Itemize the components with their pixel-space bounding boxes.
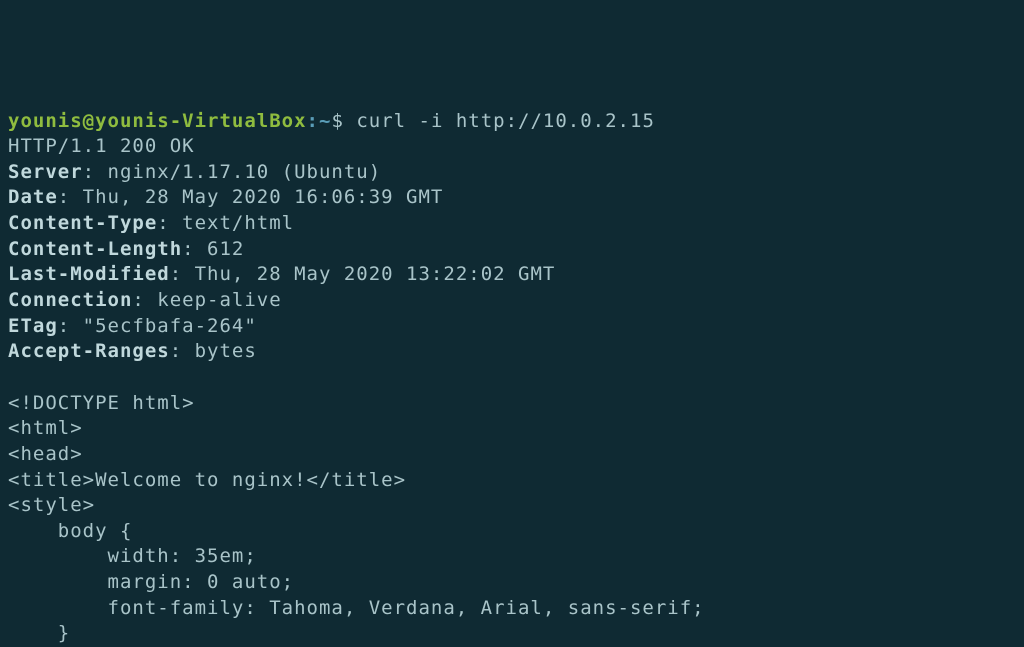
header-key: Server (8, 161, 83, 183)
prompt-dollar: $ (331, 110, 356, 132)
header-val: : nginx/1.17.10 (Ubuntu) (83, 161, 382, 183)
header-val: : "5ecfbafa-264" (58, 315, 257, 337)
header-val: : keep-alive (132, 289, 281, 311)
response-body-line: <title>Welcome to nginx!</title> (8, 469, 406, 491)
header-val: : 612 (182, 238, 244, 260)
header-key: Content-Type (8, 212, 157, 234)
header-val: : text/html (157, 212, 294, 234)
header-key: Accept-Ranges (8, 340, 170, 362)
command-input[interactable]: curl -i http://10.0.2.15 (356, 110, 655, 132)
prompt-path: ~ (319, 110, 331, 132)
header-key: Connection (8, 289, 132, 311)
header-key: Last-Modified (8, 263, 170, 285)
header-val: : Thu, 28 May 2020 16:06:39 GMT (58, 186, 444, 208)
response-body-line: <html> (8, 417, 83, 439)
response-body-line: } (8, 622, 70, 644)
response-body-line: width: 35em; (8, 545, 257, 567)
http-status-line: HTTP/1.1 200 OK (8, 135, 195, 157)
response-body-line: <style> (8, 494, 95, 516)
response-body-line: <head> (8, 443, 83, 465)
header-key: ETag (8, 315, 58, 337)
prompt-colon: : (307, 110, 319, 132)
response-body-line: body { (8, 520, 132, 542)
response-body-line: margin: 0 auto; (8, 571, 294, 593)
header-val: : Thu, 28 May 2020 13:22:02 GMT (170, 263, 556, 285)
header-val: : bytes (170, 340, 257, 362)
prompt-user-host: younis@younis-VirtualBox (8, 110, 307, 132)
response-body-line: font-family: Tahoma, Verdana, Arial, san… (8, 597, 705, 619)
header-key: Content-Length (8, 238, 182, 260)
response-body-line: <!DOCTYPE html> (8, 392, 195, 414)
header-key: Date (8, 186, 58, 208)
